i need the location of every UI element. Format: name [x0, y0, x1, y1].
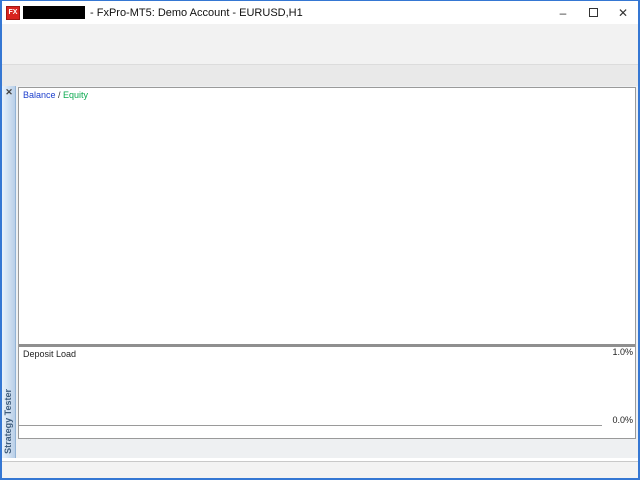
status-bar — [2, 461, 638, 478]
deposit-max-label: 1.0% — [612, 347, 633, 357]
strategy-tester-label: Strategy Tester — [3, 389, 13, 454]
graph-box: Balance / Equity Deposit Load 1.0% 0.0% — [18, 87, 636, 439]
legend-balance: Balance — [23, 90, 56, 100]
deposit-min-label: 0.0% — [612, 415, 633, 425]
window-title: - FxPro-MT5: Demo Account - EURUSD,H1 — [90, 6, 303, 19]
tester-content: Balance / Equity Deposit Load 1.0% 0.0% — [17, 86, 637, 458]
legend-equity: Equity — [63, 90, 89, 100]
chart-tab-bar — [2, 65, 638, 86]
menu-bar — [2, 24, 638, 42]
title-bar: FX - FxPro-MT5: Demo Account - EURUSD,H1… — [2, 1, 638, 24]
mt5-window: FX - FxPro-MT5: Demo Account - EURUSD,H1… — [0, 0, 640, 480]
tester-tab-bar — [18, 440, 636, 458]
x-axis — [19, 425, 602, 438]
minimize-button[interactable]: – — [548, 1, 578, 24]
fxpro-logo-icon: FX — [6, 5, 20, 20]
deposit-load-label: Deposit Load — [23, 349, 77, 359]
redacted-account-name — [23, 6, 85, 19]
strategy-tester-strip: ✕ Strategy Tester — [2, 86, 16, 458]
deposit-chart-svg — [19, 347, 602, 425]
balance-equity-chart[interactable]: Balance / Equity — [19, 88, 635, 344]
balance-chart-svg — [19, 88, 602, 344]
chart-legend: Balance / Equity — [23, 90, 88, 100]
strategy-tester-panel: ✕ Strategy Tester Balance / Equity Depos… — [2, 86, 638, 458]
maximize-button[interactable] — [578, 1, 608, 24]
close-button[interactable]: ✕ — [608, 1, 638, 24]
legend-separator: / — [55, 90, 64, 100]
window-controls: – ✕ — [548, 1, 638, 24]
y-axis — [602, 88, 635, 344]
toolbar — [2, 42, 638, 65]
maximize-icon — [588, 8, 598, 17]
tester-close-icon[interactable]: ✕ — [2, 87, 16, 98]
deposit-load-chart[interactable]: Deposit Load 1.0% 0.0% — [19, 347, 635, 425]
